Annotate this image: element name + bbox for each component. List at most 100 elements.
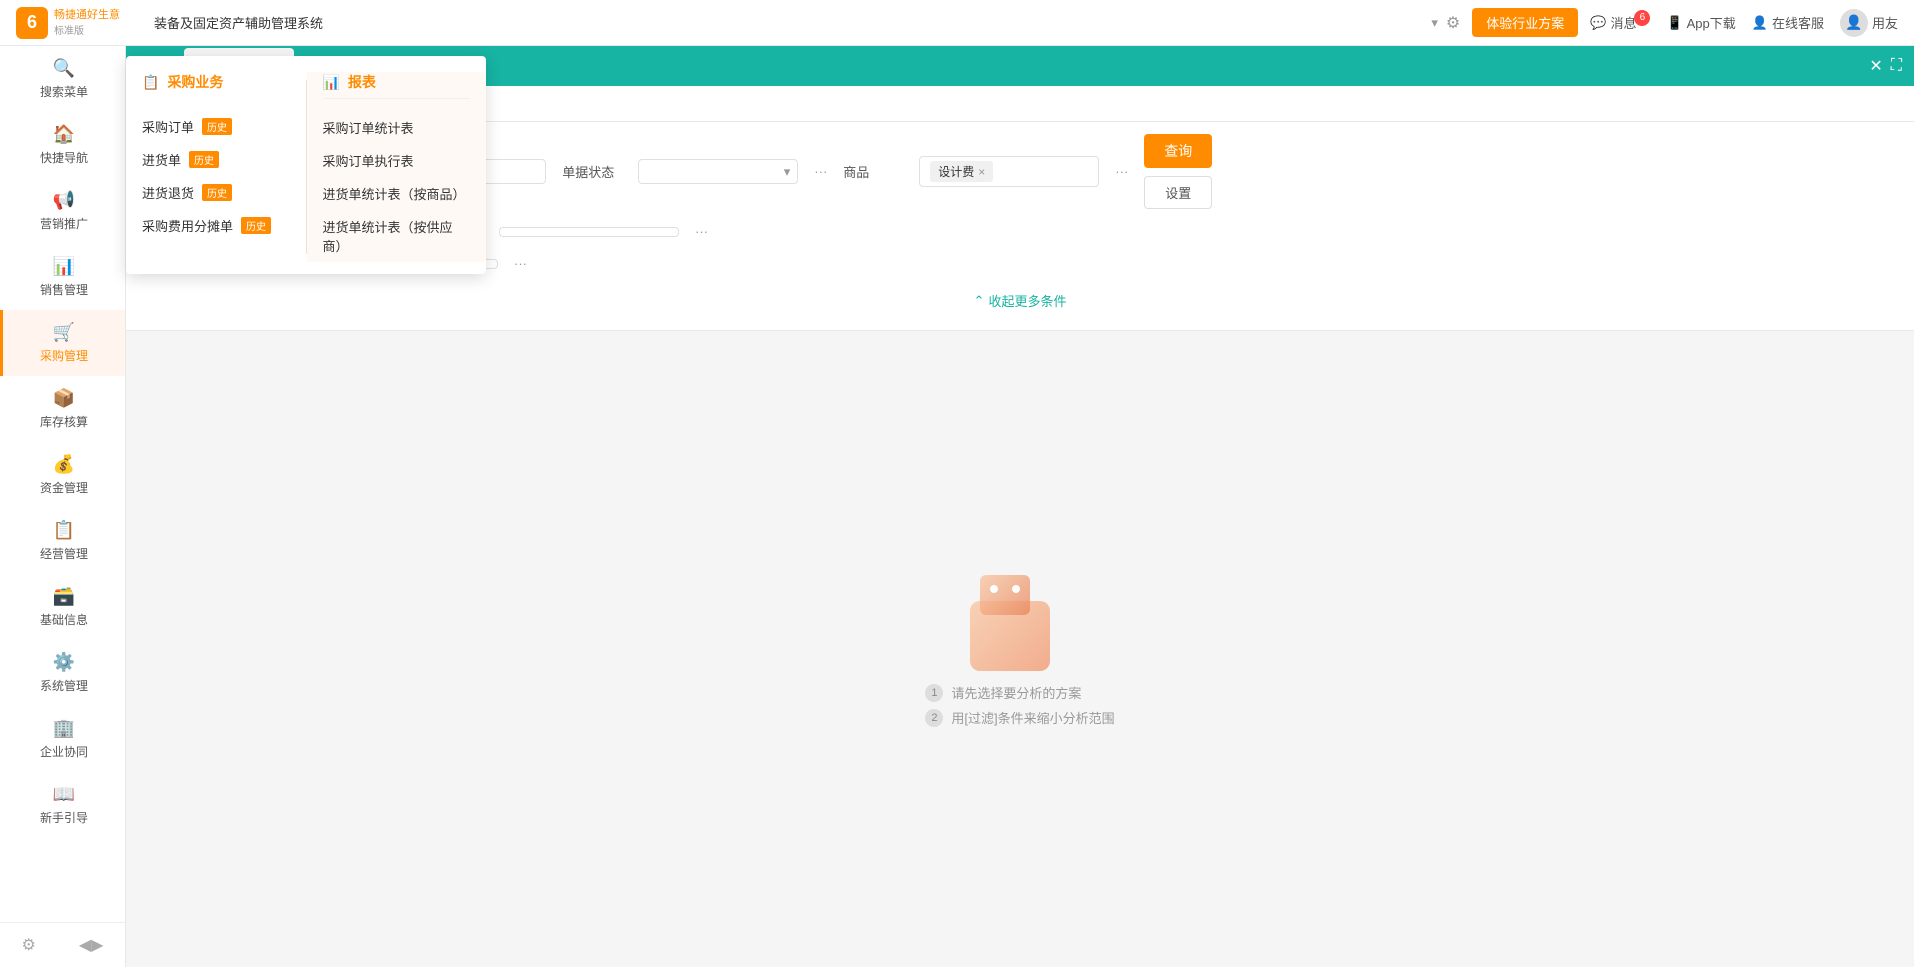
dropdown-item-purchase-stock[interactable]: 进货单 历史	[142, 143, 290, 176]
customer-dots[interactable]: ···	[514, 256, 527, 271]
report-col: 📊 报表 采购订单统计表 采购订单执行表 进货单统计表（按商品） 进货单统计表（…	[307, 72, 487, 262]
sales-icon: 📊	[53, 256, 75, 277]
service-icon: 👤	[1752, 15, 1768, 31]
industry-btn[interactable]: 体验行业方案	[1472, 8, 1578, 37]
dropdown-item-report-3-label: 进货单统计表（按供应商）	[323, 217, 471, 255]
robot-head	[980, 575, 1030, 615]
empty-tip-2: 2 用[过滤]条件来缩小分析范围	[925, 708, 1114, 727]
top-bar: 6 畅捷通好生意 标准版 装备及固定资产辅助管理系统 ▾ ⚙ 体验行业方案 💬 …	[0, 0, 1914, 46]
history-badge-0[interactable]: 历史	[202, 118, 232, 135]
purchase-col-title: 📋 采购业务	[142, 72, 290, 98]
search-btn[interactable]: 查询	[1144, 134, 1212, 168]
collapse-icon: ⌃	[974, 293, 985, 309]
msg-badge: 6	[1634, 10, 1650, 26]
dropdown-item-purchase-return[interactable]: 进货退货 历史	[142, 176, 290, 209]
report-col-title: 📊 报表	[323, 72, 471, 99]
sidebar-item-search[interactable]: 🔍 搜索菜单	[0, 46, 125, 112]
voucher-status-dots[interactable]: ···	[814, 164, 827, 179]
empty-illustration	[960, 571, 1080, 671]
empty-tip-1: 1 请先选择要分析的方案	[925, 683, 1114, 702]
goods-label: 商品	[843, 162, 903, 181]
sidebar-item-quick-label: 快捷导航	[40, 149, 88, 166]
history-badge-1[interactable]: 历史	[189, 151, 219, 168]
dropdown-item-purchase-fee[interactable]: 采购费用分摊单 历史	[142, 209, 290, 242]
collapse-sidebar-icon[interactable]: ◀▶	[79, 935, 104, 955]
settings-bottom-icon[interactable]: ⚙	[22, 935, 36, 955]
sidebar-item-quick[interactable]: 🏠 快捷导航	[0, 112, 125, 178]
tip-text-2: 用[过滤]条件来缩小分析范围	[951, 708, 1114, 727]
dropdown-item-report-2-label: 进货单统计表（按商品）	[323, 184, 466, 203]
setting-btn[interactable]: 设置	[1144, 176, 1212, 209]
sidebar-item-ops[interactable]: 📋 经营管理	[0, 508, 125, 574]
user-btn[interactable]: 👤 用友	[1840, 9, 1898, 37]
goods-dots[interactable]: ···	[1115, 164, 1128, 179]
logo-badge: 标准版	[54, 22, 120, 37]
basic-icon: 🗃️	[53, 586, 75, 607]
sidebar-item-inventory[interactable]: 📦 库存核算	[0, 376, 125, 442]
sidebar-bottom: ⚙ ◀▶	[0, 922, 125, 967]
sidebar-item-ops-label: 经营管理	[40, 545, 88, 562]
app-icon: 📱	[1666, 15, 1682, 31]
logo-text: 畅捷通好生意	[54, 8, 120, 22]
dropdown-item-report-0[interactable]: 采购订单统计表	[323, 111, 471, 144]
collapse-label: 收起更多条件	[988, 291, 1066, 310]
dropdown-item-purchase-stock-label: 进货单	[142, 150, 181, 169]
sidebar: 🔍 搜索菜单 🏠 快捷导航 📢 营销推广 📊 销售管理 🛒 采购管理 📦	[0, 46, 126, 967]
dropdown-item-purchase-order[interactable]: 采购订单 历史	[142, 110, 290, 143]
sidebar-item-basic-label: 基础信息	[40, 611, 88, 628]
voucher-status-select[interactable]	[638, 159, 798, 184]
dropdown-item-report-1-label: 采购订单执行表	[323, 151, 414, 170]
dropdown-item-purchase-fee-label: 采购费用分摊单	[142, 216, 233, 235]
empty-tips: 1 请先选择要分析的方案 2 用[过滤]条件来缩小分析范围	[925, 683, 1114, 727]
salesperson-input[interactable]	[499, 227, 679, 237]
sidebar-item-enterprise[interactable]: 🏢 企业协同	[0, 706, 125, 772]
sidebar-item-purchase[interactable]: 🛒 采购管理	[0, 310, 125, 376]
voucher-status-label: 单据状态	[562, 162, 622, 181]
sidebar-item-sales[interactable]: 📊 销售管理	[0, 244, 125, 310]
sidebar-item-marketing[interactable]: 📢 营销推广	[0, 178, 125, 244]
title-dropdown-icon[interactable]: ▾	[1431, 15, 1438, 31]
report-col-icon: 📊	[323, 74, 340, 91]
dropdown-item-report-1[interactable]: 采购订单执行表	[323, 144, 471, 177]
tab-bar-right: ✕ ⛶	[1869, 56, 1914, 76]
goods-tag-close[interactable]: ×	[978, 165, 985, 179]
top-right: 💬 消息 6 📱 App下载 👤 在线客服 👤 用友	[1590, 9, 1898, 37]
history-badge-2[interactable]: 历史	[202, 184, 232, 201]
goods-tag-value: 设计费	[938, 163, 974, 180]
title-controls: ▾ ⚙	[1431, 13, 1460, 33]
goods-tag: 设计费 ×	[930, 161, 993, 182]
sidebar-item-system-label: 系统管理	[40, 677, 88, 694]
sidebar-item-guide[interactable]: 📖 新手引导	[0, 772, 125, 838]
purchase-col: 📋 采购业务 采购订单 历史 进货单 历史 进货退货 历史 采购费用分摊单 历史	[126, 72, 306, 262]
robot-eye-left	[990, 585, 998, 593]
dropdown-item-purchase-return-label: 进货退货	[142, 183, 194, 202]
settings-icon[interactable]: ⚙	[1446, 13, 1460, 33]
search-menu-icon: 🔍	[53, 58, 75, 79]
dropdown-item-report-2[interactable]: 进货单统计表（按商品）	[323, 177, 471, 210]
dropdown-item-report-3[interactable]: 进货单统计表（按供应商）	[323, 210, 471, 262]
funds-icon: 💰	[53, 454, 75, 475]
system-icon: ⚙️	[53, 652, 75, 673]
sidebar-item-basic[interactable]: 🗃️ 基础信息	[0, 574, 125, 640]
goods-input[interactable]: 设计费 ×	[919, 156, 1099, 187]
online-service-btn[interactable]: 👤 在线客服	[1752, 13, 1824, 32]
tip-num-1: 1	[925, 684, 943, 702]
purchase-icon: 🛒	[53, 322, 75, 343]
sidebar-item-funds[interactable]: 💰 资金管理	[0, 442, 125, 508]
enterprise-icon: 🏢	[53, 718, 75, 739]
sidebar-item-enterprise-label: 企业协同	[40, 743, 88, 760]
message-icon: 💬	[1590, 15, 1606, 31]
sidebar-item-inventory-label: 库存核算	[40, 413, 88, 430]
inventory-icon: 📦	[53, 388, 75, 409]
tab-bar-close-icon[interactable]: ✕	[1869, 56, 1882, 76]
guide-icon: 📖	[53, 784, 75, 805]
collapse-btn[interactable]: ⌃ 收起更多条件	[142, 283, 1898, 318]
sidebar-item-purchase-label: 采购管理	[40, 347, 88, 364]
salesperson-dots[interactable]: ···	[695, 224, 708, 239]
sidebar-item-search-label: 搜索菜单	[40, 83, 88, 100]
messages-btn[interactable]: 💬 消息 6	[1590, 13, 1650, 32]
app-download-btn[interactable]: 📱 App下载	[1666, 13, 1735, 32]
tab-bar-expand-icon[interactable]: ⛶	[1891, 57, 1902, 75]
sidebar-item-system[interactable]: ⚙️ 系统管理	[0, 640, 125, 706]
history-badge-3[interactable]: 历史	[241, 217, 271, 234]
